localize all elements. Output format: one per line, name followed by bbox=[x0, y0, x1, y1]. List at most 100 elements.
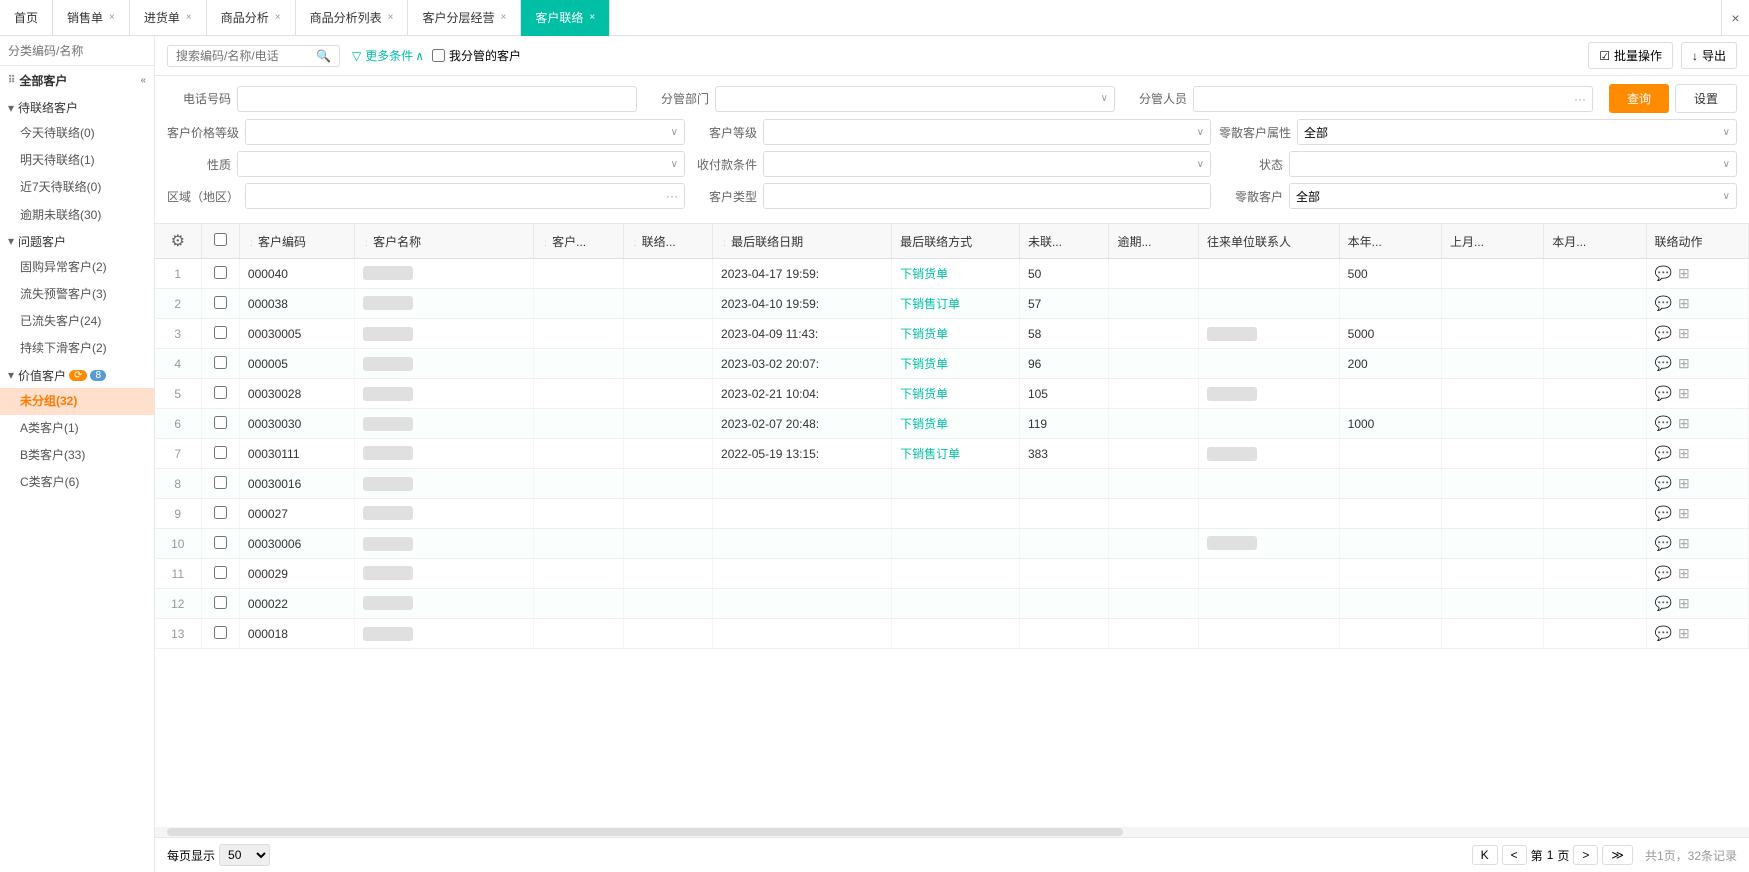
th-partner[interactable]: 往来单位联系人 bbox=[1198, 224, 1339, 259]
sidebar-item-c-class[interactable]: C类客户(6) bbox=[0, 469, 154, 496]
sidebar-all-customers[interactable]: ⠿ 全部客户 « bbox=[0, 66, 154, 95]
row-checkbox-cell[interactable] bbox=[201, 589, 239, 619]
sidebar-item-fixed-abnormal[interactable]: 固购异常客户(2) bbox=[0, 254, 154, 281]
close-purchase-tab-icon[interactable]: × bbox=[186, 12, 192, 23]
contact-action-icon[interactable]: 💬 bbox=[1655, 535, 1672, 552]
th-last-method[interactable]: 最后联络方式 bbox=[892, 224, 1020, 259]
more-action-icon[interactable]: ⊞ bbox=[1678, 595, 1690, 612]
more-action-icon[interactable]: ⊞ bbox=[1678, 265, 1690, 282]
last-method-link[interactable]: 下销货单 bbox=[900, 387, 948, 401]
phone-input[interactable] bbox=[237, 86, 637, 112]
last-method-cell[interactable]: 下销售订单 bbox=[892, 289, 1020, 319]
last-method-cell[interactable] bbox=[892, 499, 1020, 529]
contact-action-icon[interactable]: 💬 bbox=[1655, 475, 1672, 492]
sidebar-problem-group[interactable]: ▾ 问题客户 bbox=[0, 229, 154, 254]
row-checkbox[interactable] bbox=[214, 566, 227, 579]
row-checkbox-cell[interactable] bbox=[201, 319, 239, 349]
sidebar-item-tomorrow-pending[interactable]: 明天待联络(1) bbox=[0, 147, 154, 174]
last-method-cell[interactable] bbox=[892, 589, 1020, 619]
export-button[interactable]: ↓ 导出 bbox=[1681, 42, 1737, 69]
tab-purchase[interactable]: 进货单 × bbox=[130, 0, 207, 36]
last-method-cell[interactable]: 下销货单 bbox=[892, 409, 1020, 439]
th-this-year[interactable]: 本年... bbox=[1339, 224, 1441, 259]
row-checkbox-cell[interactable] bbox=[201, 559, 239, 589]
price-level-select[interactable]: ∨ bbox=[245, 119, 685, 145]
batch-ops-button[interactable]: ☑ 批量操作 bbox=[1588, 42, 1673, 69]
row-checkbox-cell[interactable] bbox=[201, 289, 239, 319]
last-method-cell[interactable] bbox=[892, 559, 1020, 589]
row-checkbox-cell[interactable] bbox=[201, 439, 239, 469]
sidebar-search-input[interactable] bbox=[8, 44, 155, 58]
row-checkbox[interactable] bbox=[214, 476, 227, 489]
close-product-analysis-tab-icon[interactable]: × bbox=[275, 12, 281, 23]
th-this-month[interactable]: 本月... bbox=[1544, 224, 1646, 259]
row-checkbox-cell[interactable] bbox=[201, 409, 239, 439]
contact-action-icon[interactable]: 💬 bbox=[1655, 415, 1672, 432]
reset-button[interactable]: 设置 bbox=[1675, 84, 1737, 113]
sidebar-item-churn-warning[interactable]: 流失预警客户(3) bbox=[0, 281, 154, 308]
row-checkbox-cell[interactable] bbox=[201, 379, 239, 409]
tab-sales[interactable]: 销售单 × bbox=[53, 0, 130, 36]
sidebar-value-group[interactable]: ▾ 价值客户 ⟳ 8 bbox=[0, 363, 154, 388]
close-customer-contact-tab-icon[interactable]: × bbox=[589, 12, 595, 23]
cust-type-input[interactable] bbox=[763, 183, 1211, 209]
more-action-icon[interactable]: ⊞ bbox=[1678, 355, 1690, 372]
th-code[interactable]: : 客户编码 bbox=[239, 224, 354, 259]
first-page-button[interactable]: K bbox=[1472, 845, 1498, 865]
last-method-cell[interactable]: 下销售订单 bbox=[892, 439, 1020, 469]
scatter-cust-select[interactable]: 全部 ∨ bbox=[1289, 183, 1737, 209]
contact-action-icon[interactable]: 💬 bbox=[1655, 625, 1672, 642]
close-product-analysis-list-tab-icon[interactable]: × bbox=[388, 12, 394, 23]
row-checkbox[interactable] bbox=[214, 536, 227, 549]
close-sales-tab-icon[interactable]: × bbox=[109, 12, 115, 23]
last-method-link[interactable]: 下销售订单 bbox=[900, 297, 960, 311]
close-customer-segment-tab-icon[interactable]: × bbox=[500, 12, 506, 23]
more-action-icon[interactable]: ⊞ bbox=[1678, 565, 1690, 582]
more-action-icon[interactable]: ⊞ bbox=[1678, 445, 1690, 462]
dept-select[interactable]: ∨ bbox=[715, 86, 1115, 112]
sidebar-item-today-pending[interactable]: 今天待联络(0) bbox=[0, 120, 154, 147]
sidebar-item-b-class[interactable]: B类客户(33) bbox=[0, 442, 154, 469]
my-customers-checkbox-input[interactable] bbox=[432, 49, 445, 62]
th-last-month[interactable]: 上月... bbox=[1441, 224, 1543, 259]
last-method-cell[interactable] bbox=[892, 529, 1020, 559]
status-select[interactable]: ∨ bbox=[1289, 151, 1737, 177]
more-action-icon[interactable]: ⊞ bbox=[1678, 385, 1690, 402]
more-action-icon[interactable]: ⊞ bbox=[1678, 625, 1690, 642]
row-checkbox-cell[interactable] bbox=[201, 259, 239, 289]
tab-customer-segment[interactable]: 客户分层经营 × bbox=[408, 0, 521, 36]
row-checkbox[interactable] bbox=[214, 626, 227, 639]
row-checkbox[interactable] bbox=[214, 506, 227, 519]
more-action-icon[interactable]: ⊞ bbox=[1678, 415, 1690, 432]
row-checkbox[interactable] bbox=[214, 416, 227, 429]
scatter-attr-select[interactable]: 全部 ∨ bbox=[1297, 119, 1737, 145]
more-conditions-button[interactable]: ▽ 更多条件 ∧ bbox=[352, 47, 424, 64]
sidebar-item-declining[interactable]: 持续下滑客户(2) bbox=[0, 335, 154, 362]
last-method-link[interactable]: 下销货单 bbox=[900, 267, 948, 281]
th-contact[interactable]: : 联络... bbox=[623, 224, 713, 259]
last-method-link[interactable]: 下销货单 bbox=[900, 417, 948, 431]
contact-action-icon[interactable]: 💬 bbox=[1655, 565, 1672, 582]
tab-product-analysis[interactable]: 商品分析 × bbox=[207, 0, 296, 36]
contact-action-icon[interactable]: 💬 bbox=[1655, 595, 1672, 612]
sidebar-item-overdue-pending[interactable]: 逾期未联络(30) bbox=[0, 202, 154, 229]
contact-action-icon[interactable]: 💬 bbox=[1655, 325, 1672, 342]
contact-action-icon[interactable]: 💬 bbox=[1655, 445, 1672, 462]
last-method-cell[interactable]: 下销货单 bbox=[892, 379, 1020, 409]
last-page-button[interactable]: ≫ bbox=[1602, 845, 1633, 865]
sidebar-pending-group[interactable]: ▾ 待联络客户 bbox=[0, 95, 154, 120]
more-action-icon[interactable]: ⊞ bbox=[1678, 295, 1690, 312]
sidebar-item-ungroup[interactable]: 未分组(32) bbox=[0, 388, 154, 415]
payment-select[interactable]: ∨ bbox=[763, 151, 1211, 177]
next-page-button[interactable]: > bbox=[1573, 845, 1598, 865]
last-method-cell[interactable]: 下销货单 bbox=[892, 319, 1020, 349]
th-type[interactable]: : 客户... bbox=[534, 224, 624, 259]
th-name[interactable]: : 客户名称 bbox=[354, 224, 533, 259]
contact-action-icon[interactable]: 💬 bbox=[1655, 505, 1672, 522]
contact-action-icon[interactable]: 💬 bbox=[1655, 265, 1672, 282]
sidebar-item-7day-pending[interactable]: 近7天待联络(0) bbox=[0, 174, 154, 201]
th-unlink-days[interactable]: 未联... bbox=[1019, 224, 1109, 259]
tab-home[interactable]: 首页 bbox=[0, 0, 53, 36]
last-method-link[interactable]: 下销货单 bbox=[900, 357, 948, 371]
sidebar-item-a-class[interactable]: A类客户(1) bbox=[0, 415, 154, 442]
